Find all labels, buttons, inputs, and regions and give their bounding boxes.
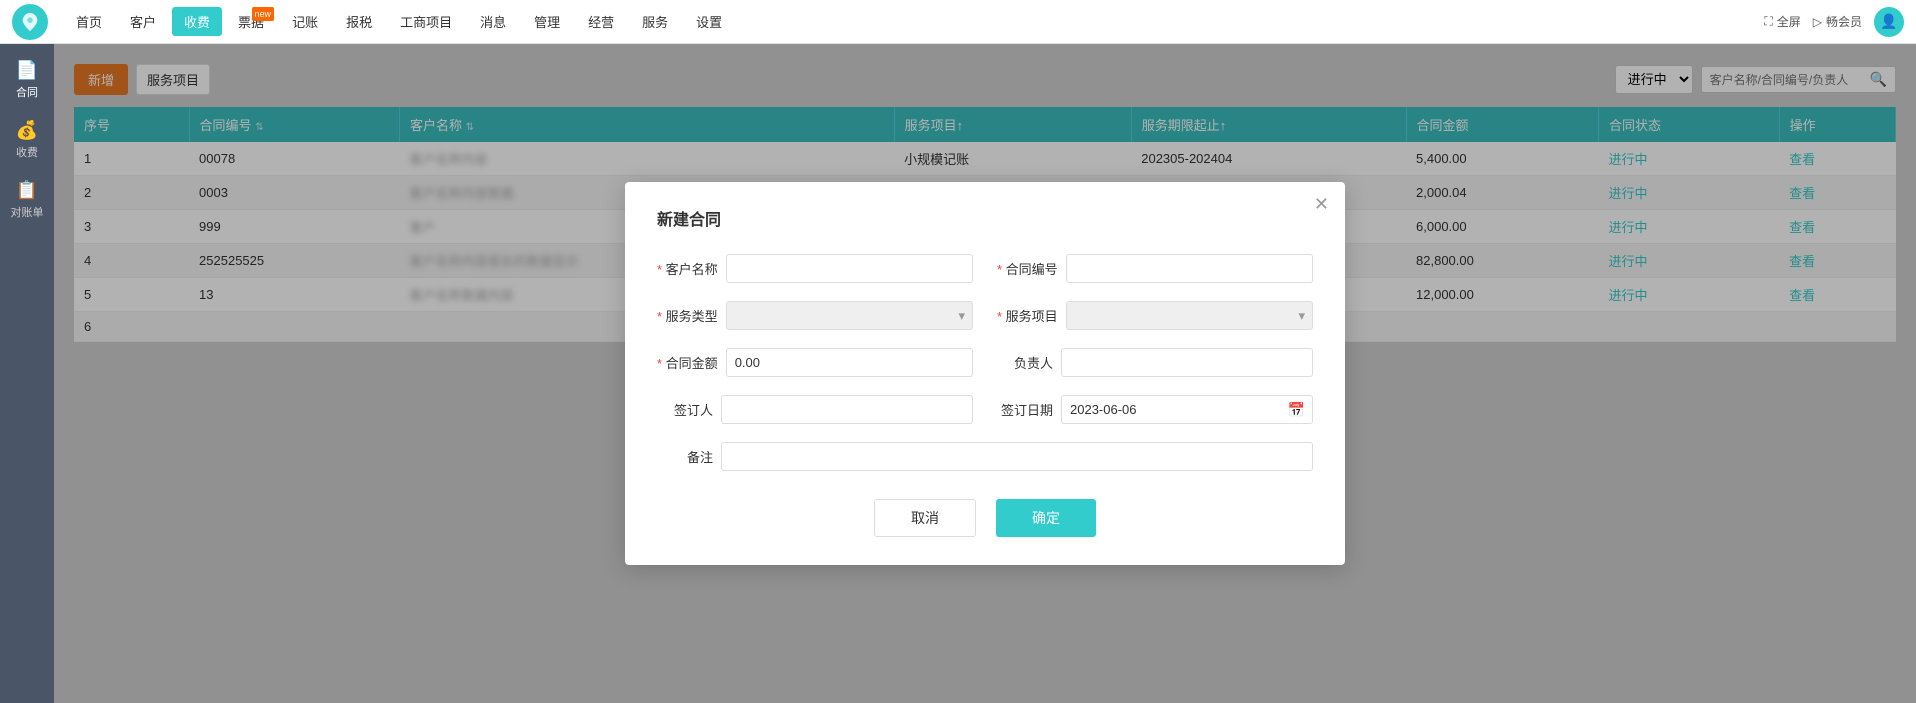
cancel-button[interactable]: 取消 [874,499,976,537]
nav-business[interactable]: 工商项目 [388,7,464,36]
modal-title: 新建合同 [657,206,1313,230]
input-contract-no[interactable] [1066,254,1313,283]
label-signer: 签订人 [657,400,713,419]
form-row-4: 签订人 签订日期 📅 [657,395,1313,424]
input-remark[interactable] [721,442,1313,471]
field-sign-date: 签订日期 📅 [997,395,1313,424]
sidebar-item-statement[interactable]: 📋 对账单 [0,172,54,228]
nav-customer[interactable]: 客户 [118,7,168,36]
input-sign-date[interactable] [1061,395,1313,424]
field-contract-amount: 合同金额 [657,348,973,377]
new-badge: new [252,7,275,21]
avatar[interactable]: 👤 [1874,7,1904,37]
field-customer-name: 客户名称 [657,254,973,283]
nav-operation[interactable]: 经营 [576,7,626,36]
label-contract-amount: 合同金额 [657,353,718,372]
label-remark: 备注 [657,447,713,466]
nav-management[interactable]: 管理 [522,7,572,36]
select-service-item[interactable] [1066,301,1313,330]
top-nav: 首页 客户 收费 票据 new 记账 报税 工商项目 消息 管理 经营 服务 设… [0,0,1916,44]
modal-new-contract: ✕ 新建合同 客户名称 合同编号 服务类型 [625,182,1345,565]
label-customer-name: 客户名称 [657,259,718,278]
contract-icon: 📄 [16,60,38,81]
member-button[interactable]: ▷ 畅会员 [1813,13,1862,30]
nav-fee[interactable]: 收费 [172,7,222,36]
layout: 📄 合同 💰 收费 📋 对账单 新增 服务项目 进行中 已完成 已终止 🔍 [0,44,1916,703]
select-wrapper-service-type [726,301,973,330]
input-contract-amount[interactable] [726,348,973,377]
modal-footer: 取消 确定 [657,499,1313,537]
form-row-5: 备注 [657,442,1313,471]
input-signer[interactable] [721,395,973,424]
nav-receipt[interactable]: 票据 new [226,7,276,36]
input-responsible[interactable] [1061,348,1313,377]
statement-icon: 📋 [16,180,38,201]
nav-home[interactable]: 首页 [64,7,114,36]
fee-icon: 💰 [16,120,38,141]
main-content: 新增 服务项目 进行中 已完成 已终止 🔍 序号 合同编号 ⇅ [54,44,1916,703]
modal-close-button[interactable]: ✕ [1314,194,1329,215]
modal-overlay: ✕ 新建合同 客户名称 合同编号 服务类型 [54,44,1916,703]
nav-service[interactable]: 服务 [630,7,680,36]
nav-right: ⛶ 全屏 ▷ 畅会员 👤 [1764,7,1904,37]
nav-bookkeeping[interactable]: 记账 [280,7,330,36]
label-responsible: 负责人 [997,353,1053,372]
form-row-1: 客户名称 合同编号 [657,254,1313,283]
nav-message[interactable]: 消息 [468,7,518,36]
fullscreen-button[interactable]: ⛶ 全屏 [1764,13,1800,30]
nav-tax[interactable]: 报税 [334,7,384,36]
form-row-3: 合同金额 负责人 [657,348,1313,377]
label-service-type: 服务类型 [657,306,718,325]
select-wrapper-service-item [1066,301,1313,330]
label-service-item: 服务项目 [997,306,1058,325]
select-service-type[interactable] [726,301,973,330]
play-icon: ▷ [1813,15,1822,29]
sidebar-item-contract[interactable]: 📄 合同 [0,52,54,108]
field-service-item: 服务项目 [997,301,1313,330]
label-sign-date: 签订日期 [997,400,1053,419]
field-signer: 签订人 [657,395,973,424]
fullscreen-icon: ⛶ [1764,14,1772,29]
nav-settings[interactable]: 设置 [684,7,734,36]
date-input-wrapper: 📅 [1061,395,1313,424]
label-contract-no: 合同编号 [997,259,1058,278]
nav-items: 首页 客户 收费 票据 new 记账 报税 工商项目 消息 管理 经营 服务 设… [64,7,1764,36]
field-contract-no: 合同编号 [997,254,1313,283]
sidebar: 📄 合同 💰 收费 📋 对账单 [0,44,54,703]
field-service-type: 服务类型 [657,301,973,330]
sidebar-item-fee[interactable]: 💰 收费 [0,112,54,168]
user-icon: 👤 [1880,13,1897,30]
app-logo [12,4,48,40]
calendar-icon[interactable]: 📅 [1288,401,1305,418]
input-customer-name[interactable] [726,254,973,283]
field-remark: 备注 [657,442,1313,471]
form-row-2: 服务类型 服务项目 [657,301,1313,330]
confirm-button[interactable]: 确定 [996,499,1096,537]
field-responsible: 负责人 [997,348,1313,377]
